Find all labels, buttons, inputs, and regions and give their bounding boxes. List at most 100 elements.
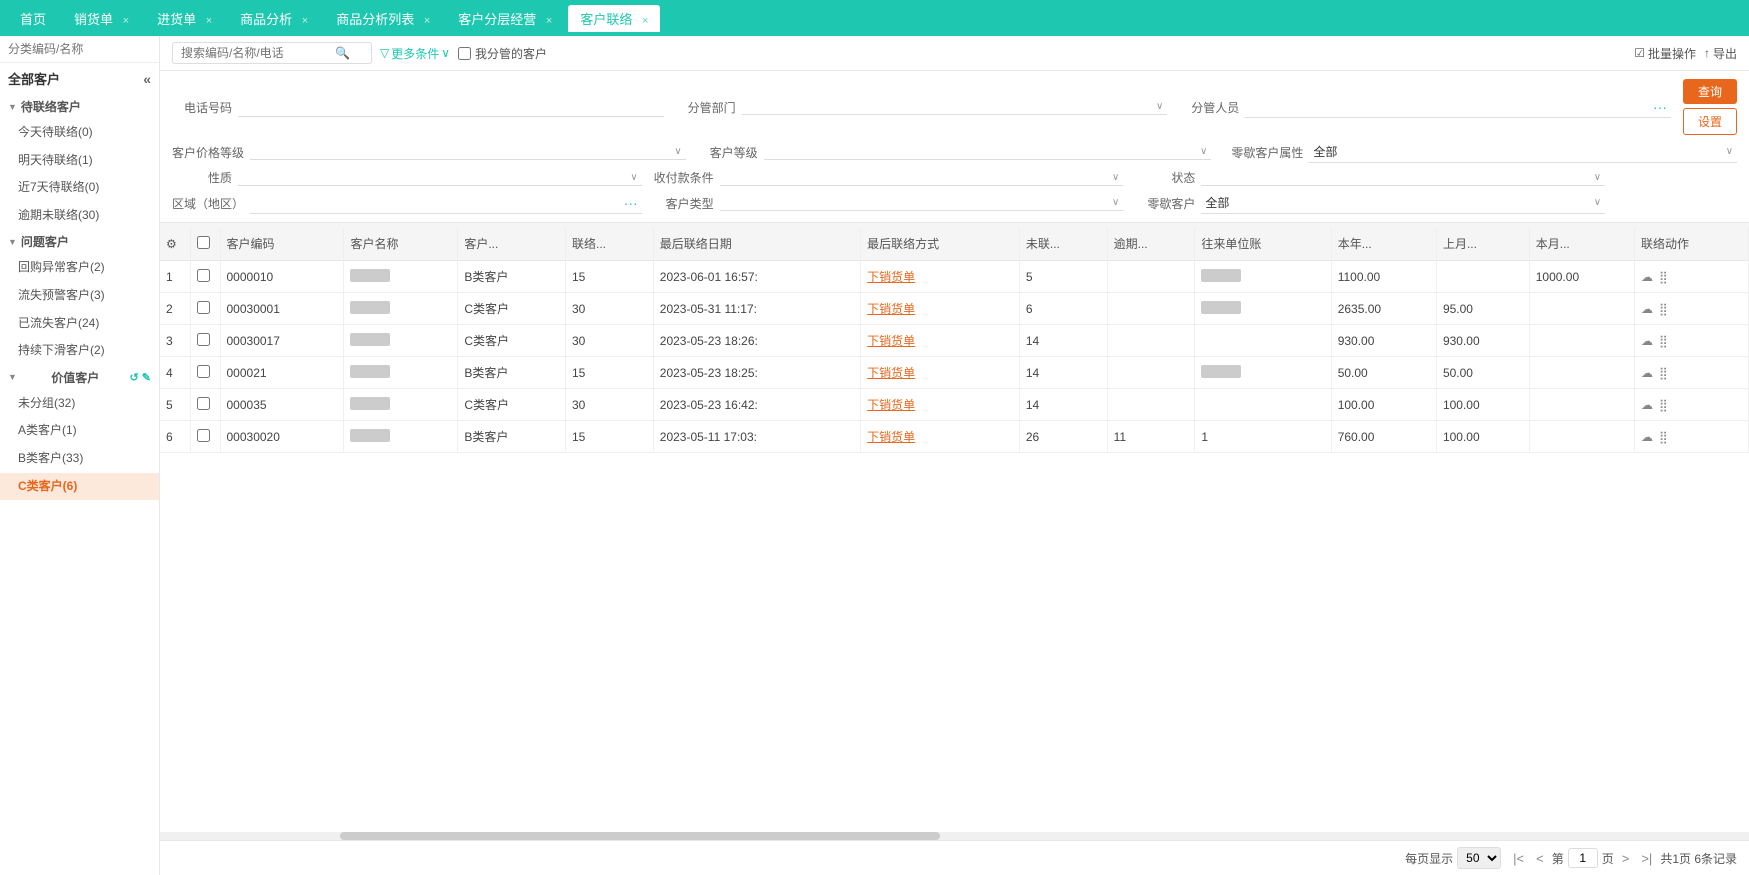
sidebar-item-ungrouped[interactable]: 未分组(32) — [0, 390, 159, 418]
sidebar-group-value-icons[interactable]: ↺ ✎ — [130, 371, 152, 384]
contact-icon-0[interactable]: ☁ — [1641, 270, 1653, 284]
sidebar-item-tomorrow-pending[interactable]: 明天待联络(1) — [0, 147, 159, 175]
sidebar-item-class-b[interactable]: B类客户(33) — [0, 445, 159, 473]
close-product-list-icon[interactable]: × — [424, 15, 430, 27]
row-select-checkbox-5[interactable] — [197, 429, 210, 442]
more-icon-4[interactable]: ⣿ — [1659, 398, 1668, 412]
batch-operation-btn[interactable]: ☑ 批量操作 — [1634, 45, 1696, 62]
collapse-sidebar-icon[interactable]: « — [143, 71, 151, 87]
filter-value-level-select[interactable]: ∨ — [250, 144, 686, 160]
row-actions-4[interactable]: ☁ ⣿ — [1635, 389, 1749, 421]
row-checkbox-0[interactable] — [190, 261, 220, 293]
sidebar-group-pending[interactable]: 待联络客户 — [0, 94, 159, 119]
first-page-btn[interactable]: |< — [1509, 849, 1528, 868]
close-customer-tier-icon[interactable]: × — [546, 15, 552, 27]
nav-purchase-order[interactable]: 进货单 × — [145, 5, 224, 32]
last-method-link-1[interactable]: 下销货单 — [867, 302, 915, 316]
page-number-input[interactable] — [1568, 848, 1598, 868]
sidebar-search-input[interactable] — [8, 42, 160, 56]
more-icon-2[interactable]: ⣿ — [1659, 334, 1668, 348]
last-method-link-5[interactable]: 下销货单 — [867, 430, 915, 444]
last-method-link-4[interactable]: 下销货单 — [867, 398, 915, 412]
filter-phone-input[interactable] — [238, 98, 664, 117]
page-size-select[interactable]: 50 — [1457, 847, 1501, 869]
close-customer-contact-icon[interactable]: × — [642, 15, 648, 27]
row-checkbox-2[interactable] — [190, 325, 220, 357]
contact-icon-4[interactable]: ☁ — [1641, 398, 1653, 412]
last-method-link-3[interactable]: 下销货单 — [867, 366, 915, 380]
row-actions-1[interactable]: ☁ ⣿ — [1635, 293, 1749, 325]
my-customers-checkbox[interactable] — [458, 47, 471, 60]
nav-home[interactable]: 首页 — [8, 5, 58, 32]
filter-dept-select[interactable]: ∨ — [742, 99, 1168, 115]
contact-icon-3[interactable]: ☁ — [1641, 366, 1653, 380]
row-actions-5[interactable]: ☁ ⣿ — [1635, 421, 1749, 453]
row-select-checkbox-3[interactable] — [197, 365, 210, 378]
row-last-method-1[interactable]: 下销货单 — [861, 293, 1020, 325]
row-last-method-0[interactable]: 下销货单 — [861, 261, 1020, 293]
row-select-checkbox-2[interactable] — [197, 333, 210, 346]
setting-button[interactable]: 设置 — [1683, 108, 1737, 135]
prev-page-btn[interactable]: < — [1532, 849, 1548, 868]
nav-product-analysis-list[interactable]: 商品分析列表 × — [324, 5, 442, 32]
nav-product-analysis[interactable]: 商品分析 × — [228, 5, 320, 32]
row-select-checkbox-0[interactable] — [197, 269, 210, 282]
row-actions-2[interactable]: ☁ ⣿ — [1635, 325, 1749, 357]
more-icon-3[interactable]: ⣿ — [1659, 366, 1668, 380]
row-last-method-5[interactable]: 下销货单 — [861, 421, 1020, 453]
main-search-box[interactable]: 🔍 — [172, 42, 372, 64]
contact-icon-5[interactable]: ☁ — [1641, 430, 1653, 444]
sidebar-item-overdue-pending[interactable]: 逾期未联络(30) — [0, 202, 159, 230]
filter-customer-level-select[interactable]: ∨ — [764, 144, 1212, 160]
sidebar-item-churn-warning[interactable]: 流失预警客户(3) — [0, 282, 159, 310]
close-sales-order-icon[interactable]: × — [123, 15, 129, 27]
filter-region-input[interactable]: ··· — [250, 193, 642, 214]
row-checkbox-4[interactable] — [190, 389, 220, 421]
row-checkbox-1[interactable] — [190, 293, 220, 325]
row-checkbox-5[interactable] — [190, 421, 220, 453]
gear-icon[interactable]: ⚙ — [166, 237, 177, 251]
last-page-btn[interactable]: >| — [1637, 849, 1656, 868]
main-search-input[interactable] — [181, 46, 331, 60]
export-btn[interactable]: ↑ 导出 — [1704, 45, 1737, 62]
next-page-btn[interactable]: > — [1618, 849, 1634, 868]
close-product-analysis-icon[interactable]: × — [302, 15, 308, 27]
filter-retail-attr-select[interactable]: 全部 ∨ — [1309, 141, 1737, 163]
row-last-method-4[interactable]: 下销货单 — [861, 389, 1020, 421]
filter-payment-select[interactable]: ∨ — [720, 170, 1124, 186]
nav-customer-contact[interactable]: 客户联络 × — [568, 5, 660, 32]
all-customers-title[interactable]: 全部客户 « — [0, 63, 159, 94]
main-search-icon[interactable]: 🔍 — [335, 46, 350, 60]
more-icon-1[interactable]: ⣿ — [1659, 302, 1668, 316]
col-gear[interactable]: ⚙ — [160, 227, 190, 261]
row-last-method-2[interactable]: 下销货单 — [861, 325, 1020, 357]
last-method-link-0[interactable]: 下销货单 — [867, 270, 915, 284]
row-last-method-3[interactable]: 下销货单 — [861, 357, 1020, 389]
last-method-link-2[interactable]: 下销货单 — [867, 334, 915, 348]
filter-status-select[interactable]: ∨ — [1201, 170, 1605, 186]
filter-customer-type-select[interactable]: ∨ — [720, 195, 1124, 211]
col-checkbox[interactable] — [190, 227, 220, 261]
region-dots-icon[interactable]: ··· — [624, 195, 638, 211]
manager-dots-icon[interactable]: ··· — [1653, 99, 1667, 115]
more-conditions-btn[interactable]: ▽ 更多条件 ∨ — [380, 45, 450, 62]
sidebar-item-repurchase-abnormal[interactable]: 回购异常客户(2) — [0, 254, 159, 282]
filter-gender-select[interactable]: ∨ — [238, 170, 642, 186]
nav-sales-order[interactable]: 销货单 × — [62, 5, 141, 32]
scrollbar-thumb[interactable] — [340, 832, 940, 840]
contact-icon-2[interactable]: ☁ — [1641, 334, 1653, 348]
sidebar-item-today-pending[interactable]: 今天待联络(0) — [0, 119, 159, 147]
row-checkbox-3[interactable] — [190, 357, 220, 389]
nav-customer-tier[interactable]: 客户分层经营 × — [446, 5, 564, 32]
select-all-checkbox[interactable] — [197, 236, 210, 249]
filter-retail-customer-select[interactable]: 全部 ∨ — [1201, 192, 1605, 214]
sidebar-group-value[interactable]: 价值客户 ↺ ✎ — [0, 365, 159, 390]
row-actions-3[interactable]: ☁ ⣿ — [1635, 357, 1749, 389]
my-customers-checkbox-label[interactable]: 我分管的客户 — [458, 45, 547, 62]
sidebar-group-problem[interactable]: 问题客户 — [0, 229, 159, 254]
sidebar-item-churned[interactable]: 已流失客户(24) — [0, 310, 159, 338]
sidebar-item-declining[interactable]: 持续下滑客户(2) — [0, 337, 159, 365]
sidebar-item-class-c[interactable]: C类客户(6) — [0, 473, 159, 501]
horizontal-scrollbar[interactable] — [160, 832, 1749, 840]
filter-manager-input[interactable]: ··· — [1245, 97, 1671, 118]
